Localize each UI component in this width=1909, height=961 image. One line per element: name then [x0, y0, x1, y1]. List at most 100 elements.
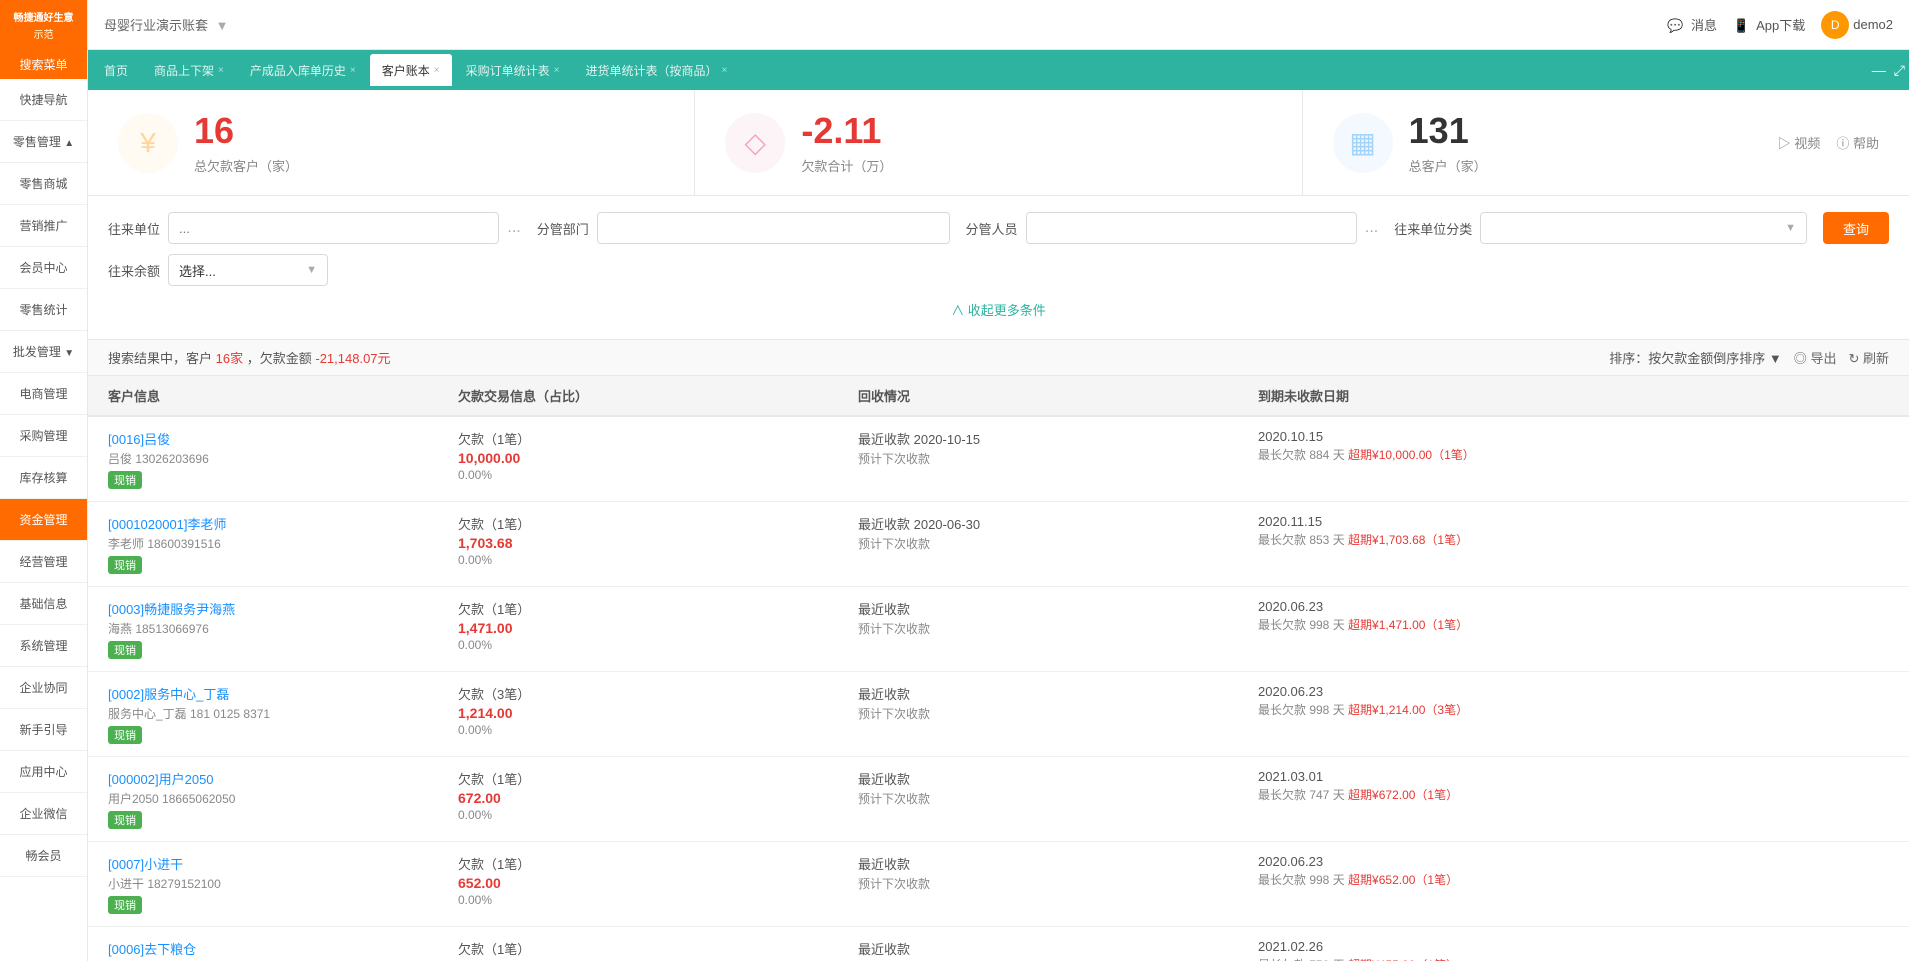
sidebar-item-retail-stats[interactable]: 零售统计 — [0, 289, 87, 331]
total-customers-value: 131 — [1409, 110, 1487, 152]
tab-collapse-btn[interactable]: — — [1872, 62, 1886, 79]
customer-contact-5: 小进干 18279152100 — [108, 875, 458, 892]
dept-label: 分管部门 — [537, 219, 589, 238]
close-icon[interactable]: × — [721, 65, 727, 76]
tab-customer-account[interactable]: 客户账本 × — [370, 54, 452, 86]
tab-goods[interactable]: 商品上下架 × — [142, 54, 236, 86]
tab-home[interactable]: 首页 — [92, 54, 140, 86]
overdue-link-3[interactable]: 超期¥1,214.00（3笔） — [1348, 703, 1468, 717]
sidebar-item-capital[interactable]: 资金管理 — [0, 499, 87, 541]
customer-tag-3: 现销 — [108, 726, 142, 744]
sidebar-search-menu[interactable]: 搜索菜单 — [0, 50, 87, 79]
col-header-customer: 客户信息 — [108, 386, 458, 405]
customer-name-link-3[interactable]: [0002]服务中心_丁磊 — [108, 687, 229, 702]
results-actions: 排序：按欠款金额倒序排序 ▼ ◎ 导出 ↻ 刷新 — [1609, 348, 1889, 367]
overdue-info-5: 2020.06.23 最长欠款 998 天 超期¥652.00（1笔） — [1258, 854, 1889, 888]
tab-production[interactable]: 产成品入库单历史 × — [238, 54, 368, 86]
customer-contact-1: 李老师 18600391516 — [108, 535, 458, 552]
close-icon[interactable]: × — [554, 65, 560, 76]
table-row: [0016]吕俊 吕俊 13026203696 现销 欠款（1笔） 10,000… — [88, 417, 1909, 502]
sidebar-item-vip[interactable]: 畅会员 — [0, 835, 87, 877]
tab-inventory-stats[interactable]: 进货单统计表（按商品） × — [573, 54, 739, 86]
close-icon[interactable]: × — [434, 65, 440, 76]
debt-info-2: 欠款（1笔） 1,471.00 0.00% — [458, 599, 858, 652]
overdue-link-2[interactable]: 超期¥1,471.00（1笔） — [1348, 618, 1468, 632]
collection-info-6: 最近收款 预计下次收款 — [858, 939, 1258, 961]
overdue-link-1[interactable]: 超期¥1,703.68（1笔） — [1348, 533, 1468, 547]
collection-info-5: 最近收款 预计下次收款 — [858, 854, 1258, 892]
user-avatar[interactable]: D demo2 — [1821, 11, 1893, 39]
person-input[interactable] — [1026, 212, 1357, 244]
customer-name-link-0[interactable]: [0016]吕俊 — [108, 432, 170, 447]
debtors-label: 总欠款客户（家） — [194, 156, 298, 175]
from-unit-dots[interactable]: ... — [507, 219, 520, 237]
total-customers-label: 总客户（家） — [1409, 156, 1487, 175]
subtitle-arrow[interactable]: ▼ — [216, 18, 229, 33]
customer-info-3: [0002]服务中心_丁磊 服务中心_丁磊 181 0125 8371 现销 — [108, 684, 458, 744]
col-header-debt: 欠款交易信息（占比） — [458, 386, 858, 405]
debtors-icon: ¥ — [118, 113, 178, 173]
table-row: [0006]去下粮仓 陈小希 现销 欠款（1笔） 455.90 0.00% 最近… — [88, 927, 1909, 961]
overdue-link-0[interactable]: 超期¥10,000.00（1笔） — [1348, 448, 1475, 462]
sidebar-item-retail-mgmt[interactable]: 零售管理 ▲ — [0, 121, 87, 163]
customer-name-link-5[interactable]: [0007]小进干 — [108, 857, 183, 872]
customer-name-link-4[interactable]: [000002]用户2050 — [108, 772, 214, 787]
help-btn[interactable]: ⓘ 帮助 — [1836, 133, 1879, 152]
filter-area: 往来单位 ... 分管部门 分管人员 ... — [88, 196, 1909, 340]
customer-name-link-1[interactable]: [0001020001]李老师 — [108, 517, 227, 532]
sidebar-item-purchase[interactable]: 采购管理 — [0, 415, 87, 457]
sidebar-item-new-guide[interactable]: 新手引导 — [0, 709, 87, 751]
message-btn[interactable]: 💬 消息 — [1667, 15, 1717, 34]
sidebar-item-retail-mall[interactable]: 零售商城 — [0, 163, 87, 205]
total-customers-icon: ▦ — [1333, 113, 1393, 173]
tab-expand-btn[interactable]: ⤢ — [1894, 62, 1905, 79]
person-dots[interactable]: ... — [1365, 219, 1378, 237]
from-unit-input[interactable] — [168, 212, 499, 244]
sidebar-item-inventory[interactable]: 库存核算 — [0, 457, 87, 499]
debtors-value: 16 — [194, 110, 298, 152]
filter-collapse-btn[interactable]: ∧ 收起更多条件 — [108, 296, 1889, 323]
stat-card-total-customers: ▦ 131 总客户（家） ▷ 视频 ⓘ 帮助 — [1303, 90, 1909, 195]
refresh-btn[interactable]: ↻ 刷新 — [1848, 348, 1889, 367]
close-icon[interactable]: × — [350, 65, 356, 76]
overdue-link-4[interactable]: 超期¥672.00（1笔） — [1348, 788, 1458, 802]
balance-select[interactable]: 选择... ▼ — [168, 254, 328, 286]
overdue-info-3: 2020.06.23 最长欠款 998 天 超期¥1,214.00（3笔） — [1258, 684, 1889, 718]
customer-name-link-6[interactable]: [0006]去下粮仓 — [108, 942, 196, 957]
unit-class-filter: 往来单位分类 ▼ — [1394, 212, 1807, 244]
sidebar-item-system[interactable]: 系统管理 — [0, 625, 87, 667]
search-button[interactable]: 查询 — [1823, 212, 1889, 244]
sidebar-item-member-center[interactable]: 会员中心 — [0, 247, 87, 289]
close-icon[interactable]: × — [218, 65, 224, 76]
sidebar-item-app-center[interactable]: 应用中心 — [0, 751, 87, 793]
col-header-collection: 回收情况 — [858, 386, 1258, 405]
dept-select[interactable] — [597, 212, 950, 244]
debt-total-value: -2.11 — [801, 110, 892, 152]
debt-info-4: 欠款（1笔） 672.00 0.00% — [458, 769, 858, 822]
sidebar-item-enterprise-wechat[interactable]: 企业微信 — [0, 793, 87, 835]
results-info: 搜索结果中，客户 16家 ，欠款金额 -21,148.07元 — [108, 348, 391, 367]
dept-filter: 分管部门 — [537, 212, 950, 244]
video-help-btn[interactable]: ▷ 视频 — [1778, 133, 1821, 152]
sidebar-item-ecommerce[interactable]: 电商管理 — [0, 373, 87, 415]
sidebar-item-quick-nav[interactable]: 快捷导航 — [0, 79, 87, 121]
unit-class-select[interactable]: ▼ — [1480, 212, 1807, 244]
person-label: 分管人员 — [966, 219, 1018, 238]
app-download-btn[interactable]: 📱 App下载 — [1733, 15, 1805, 34]
sidebar-item-operations[interactable]: 经营管理 — [0, 541, 87, 583]
customer-info-6: [0006]去下粮仓 陈小希 现销 — [108, 939, 458, 961]
sidebar-item-enterprise-collab[interactable]: 企业协同 — [0, 667, 87, 709]
collection-info-4: 最近收款 预计下次收款 — [858, 769, 1258, 807]
sidebar: 畅捷通好生意 示范 搜索菜单 快捷导航 零售管理 ▲ 零售商城 营销推广 会员中… — [0, 0, 88, 961]
table-row: [000002]用户2050 用户2050 18665062050 现销 欠款（… — [88, 757, 1909, 842]
sidebar-item-basic-info[interactable]: 基础信息 — [0, 583, 87, 625]
sidebar-item-batch-mgmt[interactable]: 批发管理 ▼ — [0, 331, 87, 373]
customer-contact-3: 服务中心_丁磊 181 0125 8371 — [108, 705, 458, 722]
customer-name-link-2[interactable]: [0003]畅捷服务尹海燕 — [108, 602, 235, 617]
data-table: 客户信息 欠款交易信息（占比） 回收情况 到期未收款日期 [0016]吕俊 吕俊… — [88, 376, 1909, 961]
overdue-link-5[interactable]: 超期¥652.00（1笔） — [1348, 873, 1458, 887]
sidebar-item-marketing[interactable]: 营销推广 — [0, 205, 87, 247]
collection-info-1: 最近收款 2020-06-30 预计下次收款 — [858, 514, 1258, 552]
tab-purchase-order[interactable]: 采购订单统计表 × — [454, 54, 572, 86]
export-btn[interactable]: ◎ 导出 — [1794, 348, 1837, 367]
